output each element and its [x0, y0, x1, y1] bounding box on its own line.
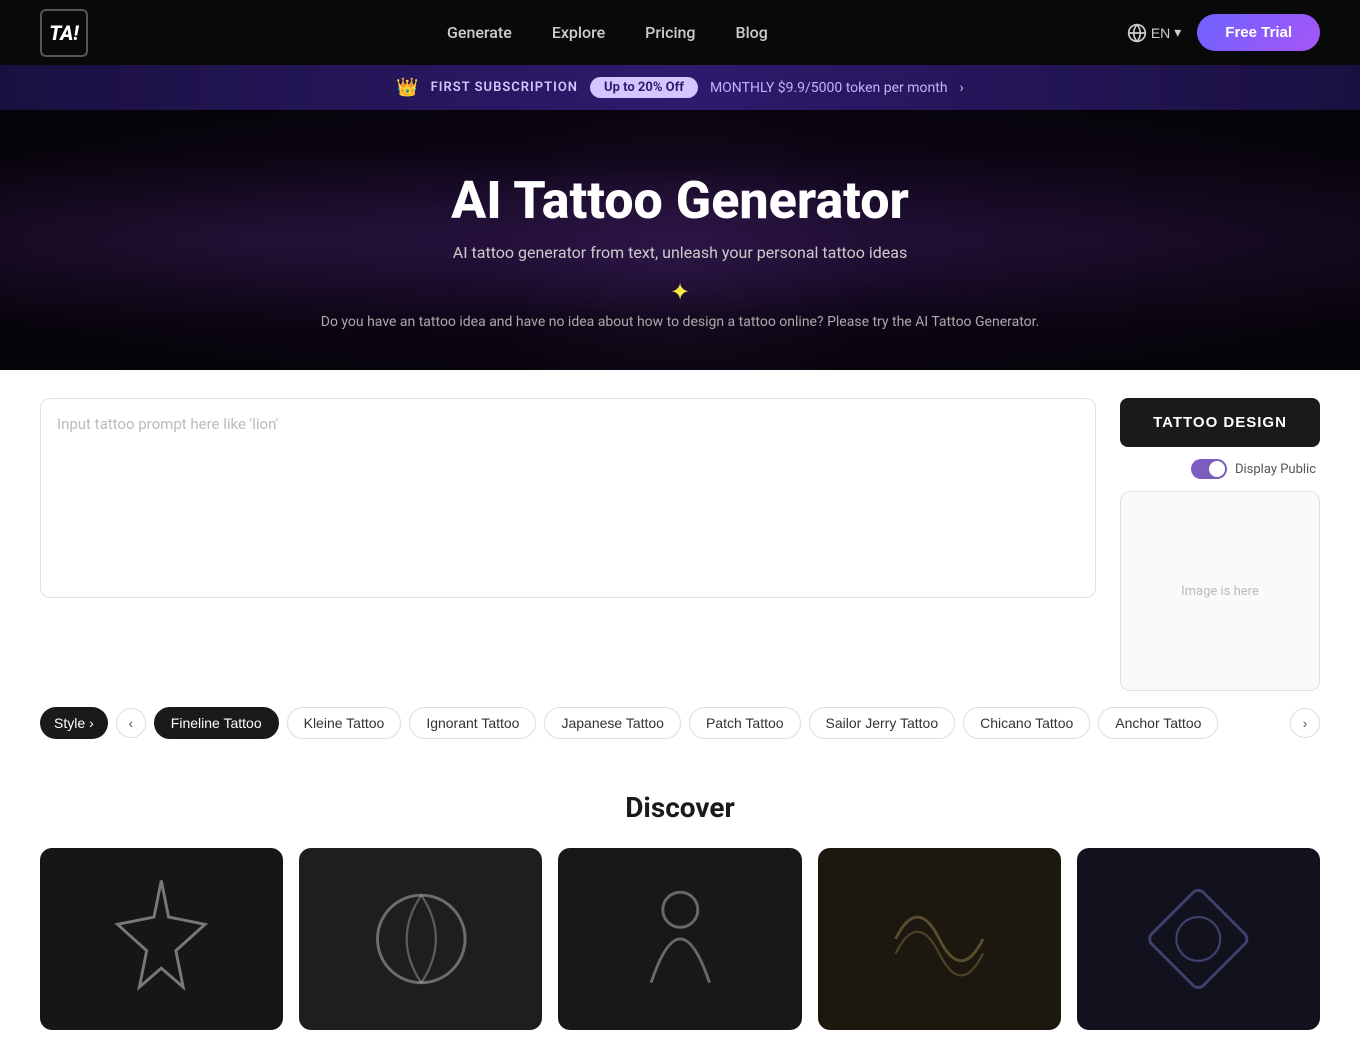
style-pill[interactable]: Ignorant Tattoo — [409, 707, 536, 739]
hero-section: AI Tattoo Generator AI tattoo generator … — [0, 110, 1360, 370]
style-dropdown-label: Style — [54, 715, 85, 731]
globe-icon — [1127, 23, 1147, 43]
discover-title: Discover — [40, 791, 1320, 824]
toggle-thumb — [1209, 461, 1225, 477]
tattoo-design-button[interactable]: TATTOO DESIGN — [1120, 398, 1320, 447]
prompt-input[interactable] — [40, 398, 1096, 598]
style-pill[interactable]: Anchor Tattoo — [1098, 707, 1218, 739]
style-dropdown[interactable]: Style › — [40, 707, 108, 739]
hero-background — [0, 110, 1360, 370]
chevron-down-icon: ∨ — [32, 812, 44, 831]
sparkle-icon: ✦ — [670, 278, 690, 306]
image-preview: Image is here — [1120, 491, 1320, 691]
style-pill[interactable]: Fineline Tattoo — [154, 707, 279, 739]
sidebar-panel: TATTOO DESIGN Display Public Image is he… — [1120, 398, 1320, 691]
discover-card[interactable] — [818, 848, 1061, 1030]
nav-pricing[interactable]: Pricing — [645, 23, 695, 42]
style-pill[interactable]: Patch Tattoo — [689, 707, 801, 739]
promo-label: FIRST SUBSCRIPTION — [431, 80, 578, 95]
logo-mark: TA! — [40, 9, 88, 57]
hero-description: Do you have an tattoo idea and have no i… — [321, 314, 1039, 330]
style-pill[interactable]: Japanese Tattoo — [544, 707, 681, 739]
nav-right: EN ▾ Free Trial — [1127, 14, 1320, 51]
generator-section: TATTOO DESIGN Display Public Image is he… — [0, 370, 1360, 691]
nav-explore[interactable]: Explore — [552, 23, 605, 42]
discover-card[interactable] — [40, 848, 283, 1030]
nav-blog[interactable]: Blog — [736, 23, 768, 42]
nav-generate[interactable]: Generate — [447, 23, 512, 42]
discover-card[interactable] — [1077, 848, 1320, 1030]
hero-subtitle: AI tattoo generator from text, unleash y… — [453, 243, 907, 262]
scroll-down-indicator[interactable]: ∨ — [20, 803, 56, 839]
styles-row: Style › ‹ Fineline TattooKleine TattooIg… — [0, 691, 1360, 759]
discover-card[interactable] — [558, 848, 801, 1030]
display-public-toggle[interactable] — [1191, 459, 1227, 479]
chevron-down-icon: ▾ — [1174, 24, 1181, 41]
chevron-right-icon: › — [89, 715, 94, 731]
promo-arrow-icon: › — [960, 80, 964, 96]
discount-badge: Up to 20% Off — [590, 77, 698, 98]
image-placeholder-text: Image is here — [1181, 584, 1259, 599]
promo-banner[interactable]: 👑 FIRST SUBSCRIPTION Up to 20% Off MONTH… — [0, 65, 1360, 110]
language-button[interactable]: EN ▾ — [1127, 23, 1181, 43]
discover-card[interactable] — [299, 848, 542, 1030]
display-public-label: Display Public — [1235, 462, 1316, 477]
display-public-row: Display Public — [1120, 459, 1320, 479]
lang-label: EN — [1151, 25, 1170, 41]
style-pill[interactable]: Sailor Jerry Tattoo — [809, 707, 956, 739]
discover-grid — [40, 848, 1320, 1030]
discover-section: Discover — [0, 759, 1360, 1054]
hero-title: AI Tattoo Generator — [451, 170, 909, 231]
style-pill[interactable]: Chicano Tattoo — [963, 707, 1090, 739]
navbar: TA! Generate Explore Pricing Blog EN ▾ F… — [0, 0, 1360, 65]
styles-next-button[interactable]: › — [1290, 708, 1320, 738]
crown-icon: 👑 — [396, 77, 418, 98]
free-trial-button[interactable]: Free Trial — [1197, 14, 1320, 51]
nav-links: Generate Explore Pricing Blog — [447, 23, 768, 42]
styles-prev-button[interactable]: ‹ — [116, 708, 146, 738]
logo[interactable]: TA! — [40, 9, 88, 57]
style-pills-container: Fineline TattooKleine TattooIgnorant Tat… — [154, 707, 1282, 739]
promo-detail: MONTHLY $9.9/5000 token per month — [710, 80, 948, 96]
style-pill[interactable]: Kleine Tattoo — [287, 707, 402, 739]
